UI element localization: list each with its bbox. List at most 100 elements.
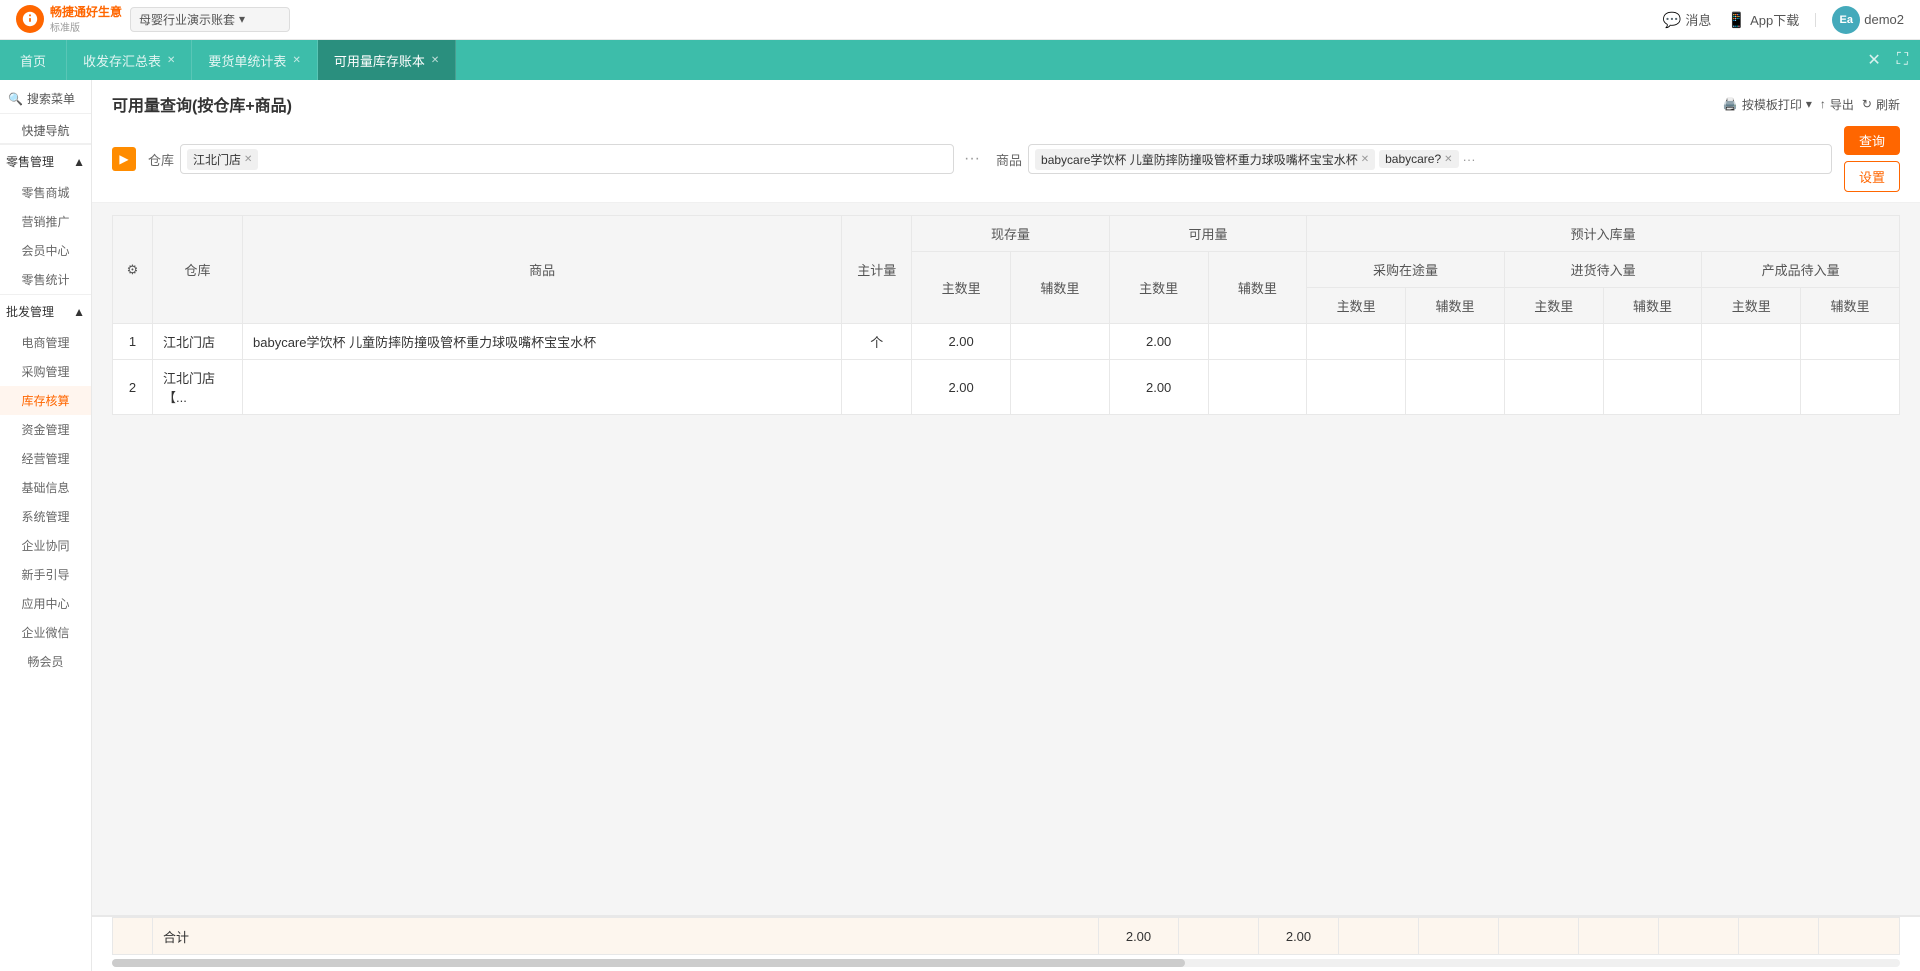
sidebar-item-ecommerce[interactable]: 电商管理: [0, 328, 91, 357]
row-incoming-aux: [1603, 360, 1702, 415]
sidebar-label-enterprise: 企业协同: [21, 539, 69, 553]
sidebar-search-btn[interactable]: 🔍 搜索菜单: [0, 80, 91, 114]
tab-orders-label: 要货单统计表: [208, 51, 286, 70]
th-settings: ⚙: [113, 216, 153, 324]
table-footer: 合计 2.00 2.00: [92, 915, 1920, 971]
settings-button[interactable]: 设置: [1844, 161, 1900, 192]
sidebar-label-retail-stats: 零售统计: [21, 273, 69, 287]
product-tags-input[interactable]: babycare学饮杯 儿童防摔防撞吸管杯重力球吸嘴杯宝宝水杯 ✕ babyca…: [1028, 144, 1832, 174]
app-download-btn[interactable]: 📱 App下载: [1727, 10, 1799, 29]
sidebar-quicknav-btn[interactable]: 快捷导航: [0, 114, 91, 144]
tab-home[interactable]: 首页: [0, 40, 67, 80]
message-icon: 💬: [1663, 11, 1682, 29]
product-filter-label: 商品: [996, 150, 1022, 169]
row-production-aux: [1801, 324, 1900, 360]
sidebar-item-ops[interactable]: 经营管理: [0, 444, 91, 473]
logo-text: 畅捷通好生意: [50, 5, 122, 19]
row-purchase-aux: [1406, 360, 1505, 415]
tab-available[interactable]: 可用量库存账本 ✕: [318, 40, 456, 80]
product-tag-text-1: babycare?: [1385, 152, 1441, 166]
sidebar-item-marketing[interactable]: 营销推广: [0, 207, 91, 236]
message-btn[interactable]: 💬 消息: [1663, 10, 1712, 29]
footer-cell-empty1: [113, 918, 153, 954]
search-icon: 🔍: [8, 92, 23, 106]
th-unit: 主计量: [842, 216, 912, 324]
scrollbar-thumb[interactable]: [112, 959, 1185, 967]
sidebar-item-vip[interactable]: 畅会员: [0, 647, 91, 676]
product-tag-0: babycare学饮杯 儿童防摔防撞吸管杯重力球吸嘴杯宝宝水杯 ✕: [1035, 149, 1375, 170]
logo-texts: 畅捷通好生意 标准版: [50, 5, 122, 34]
sidebar-item-newbie[interactable]: 新手引导: [0, 560, 91, 589]
tab-receipts[interactable]: 收发存汇总表 ✕: [67, 40, 192, 80]
page-actions: 🖨️ 按模板打印 ▾ ↑ 导出 ↻ 刷新: [1723, 96, 1900, 113]
query-button[interactable]: 查询: [1844, 126, 1900, 155]
footer-incoming-aux: [1659, 918, 1739, 954]
sidebar-item-appcenter[interactable]: 应用中心: [0, 589, 91, 618]
th-stock-main: 主数里: [912, 252, 1011, 324]
sidebar-item-enterprise[interactable]: 企业协同: [0, 531, 91, 560]
chevron-icon: ▲: [73, 155, 85, 169]
sidebar-item-retail-stats[interactable]: 零售统计: [0, 265, 91, 294]
product-tag-close-1[interactable]: ✕: [1444, 154, 1452, 165]
warehouse-tag-close[interactable]: ✕: [244, 154, 252, 165]
row-incoming-main: [1504, 324, 1603, 360]
filter-toggle-btn[interactable]: ▶: [112, 147, 136, 171]
sidebar-item-retail-mgmt[interactable]: 零售管理 ▲: [0, 144, 91, 178]
fullscreen-btn[interactable]: ⛶: [1893, 51, 1912, 69]
industry-selector[interactable]: 母婴行业演示账套 ▾: [130, 7, 290, 32]
sidebar-label-marketing: 营销推广: [21, 215, 69, 229]
warehouse-tag-text: 江北门店: [193, 151, 241, 168]
product-tag-text-0: babycare学饮杯 儿童防摔防撞吸管杯重力球吸嘴杯宝宝水杯: [1041, 151, 1358, 168]
sidebar-label-vip: 畅会员: [27, 655, 63, 669]
row-index: 2: [113, 360, 153, 415]
user-area[interactable]: Ea demo2: [1832, 6, 1904, 34]
footer-stock-aux: [1179, 918, 1259, 954]
footer-available-aux: [1339, 918, 1419, 954]
close-all-btn[interactable]: ✕: [1863, 50, 1884, 70]
tab-home-label: 首页: [20, 51, 46, 70]
row-index: 1: [113, 324, 153, 360]
chevron-print-icon: ▾: [1806, 97, 1812, 111]
warehouse-filter-more[interactable]: ···: [960, 150, 984, 168]
refresh-label: 刷新: [1876, 96, 1900, 113]
export-btn[interactable]: ↑ 导出: [1820, 96, 1854, 113]
filter-action-btns: 查询 设置: [1844, 126, 1900, 192]
sidebar-item-inventory[interactable]: 库存核算: [0, 386, 91, 415]
top-bar: 畅捷通好生意 标准版 母婴行业演示账套 ▾ 💬 消息 📱 App下载 Ea de…: [0, 0, 1920, 40]
template-print-btn[interactable]: 🖨️ 按模板打印 ▾: [1723, 96, 1812, 113]
logo-icon: [16, 5, 44, 33]
sidebar-item-system[interactable]: 系统管理: [0, 502, 91, 531]
settings-col-icon[interactable]: ⚙: [127, 262, 139, 277]
footer-row: 合计 2.00 2.00: [112, 917, 1900, 955]
sidebar-item-members[interactable]: 会员中心: [0, 236, 91, 265]
tab-receipts-label: 收发存汇总表: [83, 51, 161, 70]
table-area: ⚙ 仓库 商品 主计量 现存量 可用量 预计入库量 主数里 辅数里 主数里 辅数…: [92, 203, 1920, 915]
sidebar-search-label: 搜索菜单: [27, 90, 75, 107]
tab-orders-close[interactable]: ✕: [292, 55, 300, 66]
product-tag-close-0[interactable]: ✕: [1361, 154, 1369, 165]
sidebar-item-wholesale[interactable]: 批发管理 ▲: [0, 294, 91, 328]
sidebar-item-finance[interactable]: 资金管理: [0, 415, 91, 444]
warehouse-tags-input[interactable]: 江北门店 ✕: [180, 144, 954, 174]
th-incoming-main: 主数里: [1504, 288, 1603, 324]
row-available-aux: [1208, 360, 1307, 415]
logo: 畅捷通好生意 标准版: [16, 5, 122, 34]
sidebar-item-purchase[interactable]: 采购管理: [0, 357, 91, 386]
footer-purchase-main: [1419, 918, 1499, 954]
sidebar-item-basic[interactable]: 基础信息: [0, 473, 91, 502]
sidebar-item-retail-mall[interactable]: 零售商城: [0, 178, 91, 207]
tab-available-close[interactable]: ✕: [431, 55, 439, 66]
tab-receipts-close[interactable]: ✕: [167, 55, 175, 66]
sidebar-label-appcenter: 应用中心: [21, 597, 69, 611]
main-layout: 🔍 搜索菜单 快捷导航 零售管理 ▲ 零售商城 营销推广 会员中心 零售统计 批…: [0, 80, 1920, 971]
sidebar-label-basic: 基础信息: [21, 481, 69, 495]
refresh-btn[interactable]: ↻ 刷新: [1862, 96, 1900, 113]
chevron-wholesale-icon: ▲: [73, 305, 85, 319]
tab-orders[interactable]: 要货单统计表 ✕: [192, 40, 317, 80]
sidebar-item-enterprise-wx[interactable]: 企业微信: [0, 618, 91, 647]
th-stock-group: 现存量: [912, 216, 1110, 252]
row-production-main: [1702, 324, 1801, 360]
row-incoming-aux: [1603, 324, 1702, 360]
logo-sub: 标准版: [50, 19, 122, 34]
print-icon: 🖨️: [1723, 97, 1738, 111]
